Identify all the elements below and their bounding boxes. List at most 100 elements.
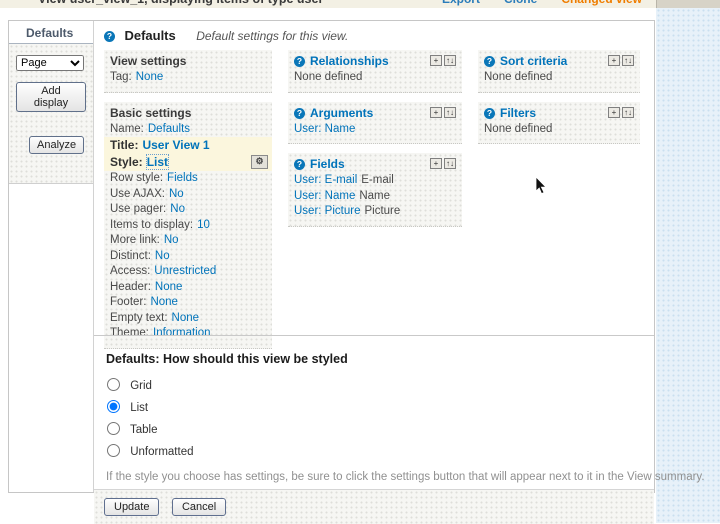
add-icon[interactable]: + (430, 55, 442, 66)
relationships-empty: None defined (294, 70, 456, 86)
views-edit-container: Defaults Page Add display Analyze ? Defa… (8, 20, 655, 493)
page-header-links: Export Clone Changed view (442, 0, 642, 7)
add-icon[interactable]: + (430, 107, 442, 118)
update-button[interactable]: Update (104, 498, 159, 516)
help-icon[interactable]: ? (294, 108, 305, 119)
browser-chrome-strip (656, 0, 720, 8)
rearrange-icon[interactable]: ↑↓ (622, 55, 634, 66)
tab-defaults[interactable]: Defaults (9, 21, 93, 44)
arguments-title[interactable]: ?Arguments (294, 106, 373, 120)
style-option-unformatted[interactable]: Unformatted (106, 444, 642, 462)
rearrange-icon[interactable]: ↑↓ (444, 107, 456, 118)
setting-row-morelink: More link:No (110, 233, 266, 249)
setting-row-items: Items to display:10 (110, 218, 266, 234)
setting-value-link[interactable]: No (164, 234, 179, 246)
summary-column-3: ?Sort criteria +↑↓ None defined ?Filters… (478, 50, 640, 153)
setting-value-link[interactable]: No (170, 203, 185, 215)
page-background (656, 8, 720, 523)
add-icon[interactable]: + (608, 55, 620, 66)
setting-row-pager: Use pager:No (110, 202, 266, 218)
setting-value-link[interactable]: Defaults (148, 123, 190, 135)
field-link[interactable]: User: Picture (294, 205, 360, 217)
setting-value-link[interactable]: None (155, 281, 183, 293)
setting-row-name: Name:Defaults (110, 122, 266, 138)
basic-settings-box: Basic settings Name:Defaults Title:User … (104, 102, 272, 349)
style-form-heading: Defaults: How should this view be styled (106, 352, 642, 366)
summary-column-2: ?Relationships +↑↓ None defined ?Argumen… (288, 50, 462, 236)
help-icon[interactable]: ? (484, 56, 495, 67)
display-header: ? Defaults Default settings for this vie… (94, 21, 654, 48)
field-item: User: NameName (294, 189, 456, 205)
add-icon[interactable]: + (430, 158, 442, 169)
sort-criteria-title[interactable]: ?Sort criteria (484, 54, 567, 68)
fields-title[interactable]: ?Fields (294, 157, 345, 171)
style-settings-gear-icon[interactable]: ⚙ (251, 155, 268, 169)
page-header: View user_view_1, displaying items of ty… (0, 0, 656, 8)
style-radio-table[interactable] (107, 422, 120, 435)
argument-link[interactable]: User: Name (294, 123, 355, 135)
arguments-box: ?Arguments +↑↓ User: Name (288, 102, 462, 145)
fields-box: ?Fields +↑↓ User: E-mailE-mail User: Nam… (288, 153, 462, 227)
view-settings-title: View settings (110, 54, 186, 68)
field-link[interactable]: User: Name (294, 190, 355, 202)
setting-value-link[interactable]: None (172, 312, 200, 324)
rearrange-icon[interactable]: ↑↓ (444, 55, 456, 66)
help-icon[interactable]: ? (294, 159, 305, 170)
filters-box: ?Filters +↑↓ None defined (478, 102, 640, 145)
field-item: User: E-mailE-mail (294, 173, 456, 189)
style-edit-form: Defaults: How should this view be styled… (94, 336, 654, 492)
style-form-description: If the style you choose has settings, be… (106, 471, 642, 483)
filters-title[interactable]: ?Filters (484, 106, 536, 120)
clone-link[interactable]: Clone (504, 0, 537, 7)
field-item: User: PicturePicture (294, 204, 456, 220)
display-type-select[interactable]: Page (16, 55, 84, 71)
relationships-title[interactable]: ?Relationships (294, 54, 389, 68)
analyze-button[interactable]: Analyze (29, 136, 84, 154)
display-title: Defaults (124, 28, 175, 43)
page-title: View user_view_1, displaying items of ty… (38, 0, 323, 7)
view-settings-box: View settings Tag:None (104, 50, 272, 93)
changed-view-link[interactable]: Changed view (561, 0, 642, 7)
setting-row-empty: Empty text:None (110, 311, 266, 327)
filters-empty: None defined (484, 122, 634, 138)
setting-value-link[interactable]: List (147, 155, 168, 169)
setting-value-link[interactable]: None (150, 296, 178, 308)
help-icon[interactable]: ? (104, 31, 115, 42)
tag-value-link[interactable]: None (136, 71, 164, 83)
setting-row-title: Title:User View 1 (104, 137, 272, 154)
display-subtitle: Default settings for this view. (196, 29, 348, 43)
setting-value-link[interactable]: Fields (167, 172, 198, 184)
view-summary: View settings Tag:None Basic settings Na… (94, 48, 654, 335)
cancel-button[interactable]: Cancel (172, 498, 226, 516)
style-option-list[interactable]: List (106, 400, 642, 418)
setting-value-link[interactable]: No (169, 188, 184, 200)
style-form-body: Defaults: How should this view be styled… (94, 336, 654, 489)
setting-row-footer: Footer:None (110, 295, 266, 311)
setting-value-link[interactable]: Unrestricted (154, 265, 216, 277)
setting-row-style: ⚙ Style:List (104, 154, 272, 171)
add-display-button[interactable]: Add display (16, 82, 86, 112)
style-radio-list[interactable] (107, 400, 120, 413)
style-radio-grid[interactable] (107, 378, 120, 391)
displays-column: Defaults Page Add display Analyze (9, 21, 93, 492)
style-option-grid[interactable]: Grid (106, 378, 642, 396)
export-link[interactable]: Export (442, 0, 480, 7)
form-actions: Update Cancel (94, 489, 654, 524)
rearrange-icon[interactable]: ↑↓ (622, 107, 634, 118)
help-icon[interactable]: ? (484, 108, 495, 119)
setting-row-access: Access:Unrestricted (110, 264, 266, 280)
setting-value-link[interactable]: 10 (197, 219, 210, 231)
style-radio-unformatted[interactable] (107, 444, 120, 457)
rearrange-icon[interactable]: ↑↓ (444, 158, 456, 169)
setting-value-link[interactable]: No (155, 250, 170, 262)
style-option-table[interactable]: Table (106, 422, 642, 440)
summary-column-1: View settings Tag:None Basic settings Na… (104, 50, 272, 358)
add-icon[interactable]: + (608, 107, 620, 118)
help-icon[interactable]: ? (294, 56, 305, 67)
setting-row-ajax: Use AJAX:No (110, 187, 266, 203)
setting-value-link[interactable]: User View 1 (142, 138, 209, 152)
setting-row-rowstyle: Row style:Fields (110, 171, 266, 187)
displays-panel: Page Add display Analyze (9, 44, 93, 184)
basic-settings-title: Basic settings (110, 106, 191, 120)
field-link[interactable]: User: E-mail (294, 174, 357, 186)
